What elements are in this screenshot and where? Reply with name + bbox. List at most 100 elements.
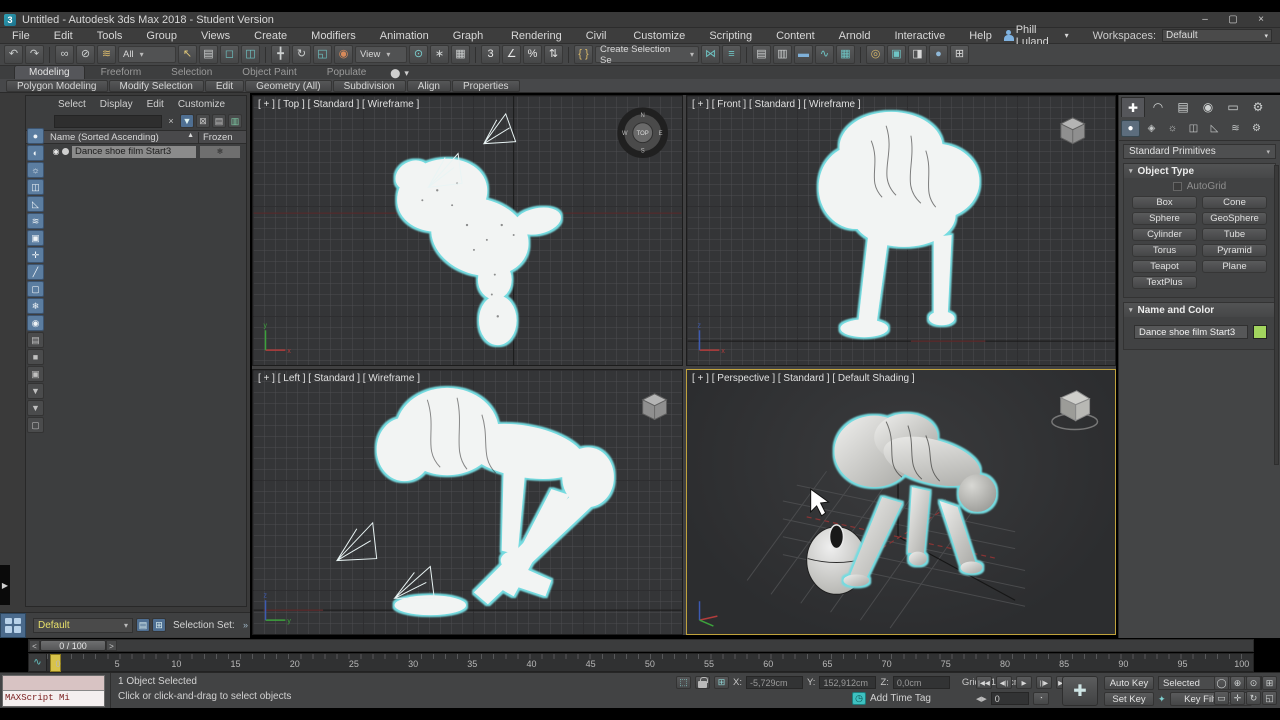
filter-combinations-icon[interactable]: ▼ bbox=[27, 400, 44, 416]
menu-item[interactable]: Customize bbox=[621, 28, 697, 44]
visibility-eye-icon[interactable]: ◉ bbox=[50, 147, 62, 156]
primitive-button[interactable]: Cone bbox=[1202, 196, 1267, 209]
ribbon-tab[interactable]: Populate bbox=[313, 66, 380, 79]
schematic-view-icon[interactable]: ▦ bbox=[836, 45, 855, 64]
sort-color-icon[interactable]: ▣ bbox=[27, 366, 44, 382]
primitive-type-select[interactable]: Standard Primitives▾ bbox=[1123, 144, 1276, 159]
mini-curve-editor-icon[interactable]: ∿ bbox=[29, 654, 47, 671]
percent-snap-icon[interactable]: % bbox=[523, 45, 542, 64]
select-and-place-icon[interactable]: ◉ bbox=[334, 45, 353, 64]
next-key-button[interactable]: > bbox=[106, 640, 117, 651]
menu-item[interactable]: Edit bbox=[42, 28, 85, 44]
ribbon-tab[interactable]: Object Paint bbox=[228, 66, 310, 79]
add-time-tag[interactable]: Add Time Tag bbox=[870, 693, 931, 704]
explorer-search-input[interactable] bbox=[54, 115, 162, 128]
track-bar[interactable]: ∿ 05101520253035404550556065707580859095… bbox=[28, 653, 1254, 672]
object-color-swatch[interactable] bbox=[1253, 325, 1267, 339]
menu-item[interactable]: Rendering bbox=[499, 28, 574, 44]
maxscript-macro-line[interactable] bbox=[3, 676, 104, 691]
workspace-select[interactable]: Default▾ bbox=[1162, 29, 1272, 42]
select-and-scale-icon[interactable]: ◱ bbox=[313, 45, 332, 64]
cameras-category-icon[interactable]: ◫ bbox=[1184, 120, 1203, 137]
selection-filter-select[interactable]: All▾ bbox=[118, 46, 176, 63]
menu-item[interactable]: Interactive bbox=[882, 28, 957, 44]
sort-type-icon[interactable]: ■ bbox=[27, 349, 44, 365]
shapes-category-icon[interactable]: ◈ bbox=[1142, 120, 1161, 137]
previous-key-button[interactable]: < bbox=[29, 640, 40, 651]
sort-list-icon[interactable]: ▤ bbox=[27, 332, 44, 348]
viewport-left[interactable]: [ + ] [ Left ] [ Standard ] [ Wireframe … bbox=[252, 369, 683, 635]
layer-select[interactable]: Default▾ bbox=[33, 618, 133, 633]
undo-icon[interactable]: ↶ bbox=[4, 45, 23, 64]
display-lights-icon[interactable]: ☼ bbox=[27, 162, 44, 178]
close-button[interactable]: × bbox=[1248, 13, 1274, 26]
ribbon-button[interactable]: Modify Selection bbox=[109, 80, 204, 92]
display-groups-icon[interactable]: ◐ bbox=[27, 145, 44, 161]
reference-coordinate-system-select[interactable]: View▾ bbox=[355, 46, 407, 63]
primitive-button[interactable]: Teapot bbox=[1132, 260, 1197, 273]
primitive-button[interactable]: Pyramid bbox=[1202, 244, 1267, 257]
menu-item[interactable]: Animation bbox=[368, 28, 441, 44]
sync-selection-icon[interactable]: ▥ bbox=[228, 114, 242, 128]
ribbon-button[interactable]: Align bbox=[407, 80, 451, 92]
menu-item[interactable]: Scripting bbox=[697, 28, 764, 44]
rectangular-selection-icon[interactable]: ◻ bbox=[220, 45, 239, 64]
maxscript-script-line[interactable]: MAXScript Mi bbox=[3, 691, 104, 706]
primitive-button[interactable]: TextPlus bbox=[1132, 276, 1197, 289]
frame-spinner-arrows-icon[interactable]: ◀▶ bbox=[976, 695, 987, 703]
viewport-front[interactable]: [ + ] [ Front ] [ Standard ] [ Wireframe… bbox=[686, 95, 1116, 366]
search-clear-icon[interactable]: × bbox=[164, 114, 178, 128]
select-and-move-icon[interactable]: ╋ bbox=[271, 45, 290, 64]
utilities-tab[interactable]: ⚙ bbox=[1246, 97, 1270, 117]
primitive-button[interactable]: Tube bbox=[1202, 228, 1267, 241]
align-icon[interactable]: ≡ bbox=[722, 45, 741, 64]
explorer-menu-item[interactable]: Edit bbox=[141, 98, 170, 111]
viewport-top-label[interactable]: [ + ] [ Top ] [ Standard ] [ Wireframe ] bbox=[258, 99, 419, 110]
current-frame-field[interactable]: 0 bbox=[991, 692, 1029, 705]
auto-key-button[interactable]: Auto Key bbox=[1104, 676, 1154, 690]
zoom-region-icon[interactable]: ▭ bbox=[1214, 691, 1229, 705]
scene-explorer-toggle-icon[interactable]: ▤ bbox=[752, 45, 771, 64]
menu-item[interactable]: Help bbox=[957, 28, 1004, 44]
go-to-start-button[interactable]: |◀◀ bbox=[976, 676, 992, 689]
absolute-offset-toggle[interactable]: ⊞ bbox=[714, 676, 729, 689]
display-containers-icon[interactable]: ▢ bbox=[27, 281, 44, 297]
ribbon-button[interactable]: Geometry (All) bbox=[245, 80, 331, 92]
zoom-icon[interactable]: ◯ bbox=[1214, 676, 1229, 690]
modify-tab[interactable]: ◠ bbox=[1146, 97, 1170, 117]
explorer-menu-item[interactable]: Select bbox=[52, 98, 92, 111]
material-editor-icon[interactable]: ◎ bbox=[866, 45, 885, 64]
ribbon-button[interactable]: Edit bbox=[205, 80, 244, 92]
select-and-rotate-icon[interactable]: ↻ bbox=[292, 45, 311, 64]
isolate-selection-toggle[interactable]: ⬚ bbox=[676, 676, 691, 689]
schematic-view-mini-icon[interactable]: ⊞ bbox=[152, 618, 166, 632]
spinner-snap-icon[interactable]: ⇅ bbox=[544, 45, 563, 64]
menu-item[interactable]: Civil View bbox=[574, 28, 622, 44]
x-coordinate-field[interactable]: -5,729cm bbox=[746, 676, 803, 689]
hierarchy-tab[interactable]: ▤ bbox=[1171, 97, 1195, 117]
ribbon-tab[interactable]: Modeling bbox=[14, 65, 85, 79]
display-cameras-icon[interactable]: ◫ bbox=[27, 179, 44, 195]
zoom-extents-all-icon[interactable]: ⊞ bbox=[1262, 676, 1277, 690]
display-helpers-icon[interactable]: ✛ bbox=[27, 247, 44, 263]
frame-ruler[interactable]: 0510152025303540455055606570758085909510… bbox=[47, 654, 1253, 671]
ribbon-button[interactable]: Polygon Modeling bbox=[6, 80, 108, 92]
zoom-all-icon[interactable]: ⊕ bbox=[1230, 676, 1245, 690]
viewport-front-label[interactable]: [ + ] [ Front ] [ Standard ] [ Wireframe… bbox=[692, 99, 861, 110]
explorer-menu-item[interactable]: Customize bbox=[172, 98, 231, 111]
container-icon[interactable]: ▢ bbox=[27, 417, 44, 433]
select-and-link-icon[interactable]: ∞ bbox=[55, 45, 74, 64]
menu-item[interactable]: Arnold bbox=[827, 28, 883, 44]
display-bones-icon[interactable]: ╱ bbox=[27, 264, 44, 280]
bind-to-space-warp-icon[interactable]: ≋ bbox=[97, 45, 116, 64]
pan-icon[interactable]: ✛ bbox=[1230, 691, 1245, 705]
angle-snap-icon[interactable]: ∠ bbox=[502, 45, 521, 64]
primitive-button[interactable]: Plane bbox=[1202, 260, 1267, 273]
title-bar[interactable]: 3 Untitled - Autodesk 3ds Max 2018 - Stu… bbox=[0, 12, 1280, 28]
create-tab[interactable]: ✚ bbox=[1121, 97, 1145, 117]
ribbon-toggle-icon[interactable]: ▬ bbox=[794, 45, 813, 64]
z-coordinate-field[interactable]: 0,0cm bbox=[893, 676, 950, 689]
viewport-top[interactable]: [ + ] [ Top ] [ Standard ] [ Wireframe ] bbox=[252, 95, 683, 366]
menu-item[interactable]: Content bbox=[764, 28, 827, 44]
set-key-button[interactable]: Set Key bbox=[1104, 692, 1154, 706]
